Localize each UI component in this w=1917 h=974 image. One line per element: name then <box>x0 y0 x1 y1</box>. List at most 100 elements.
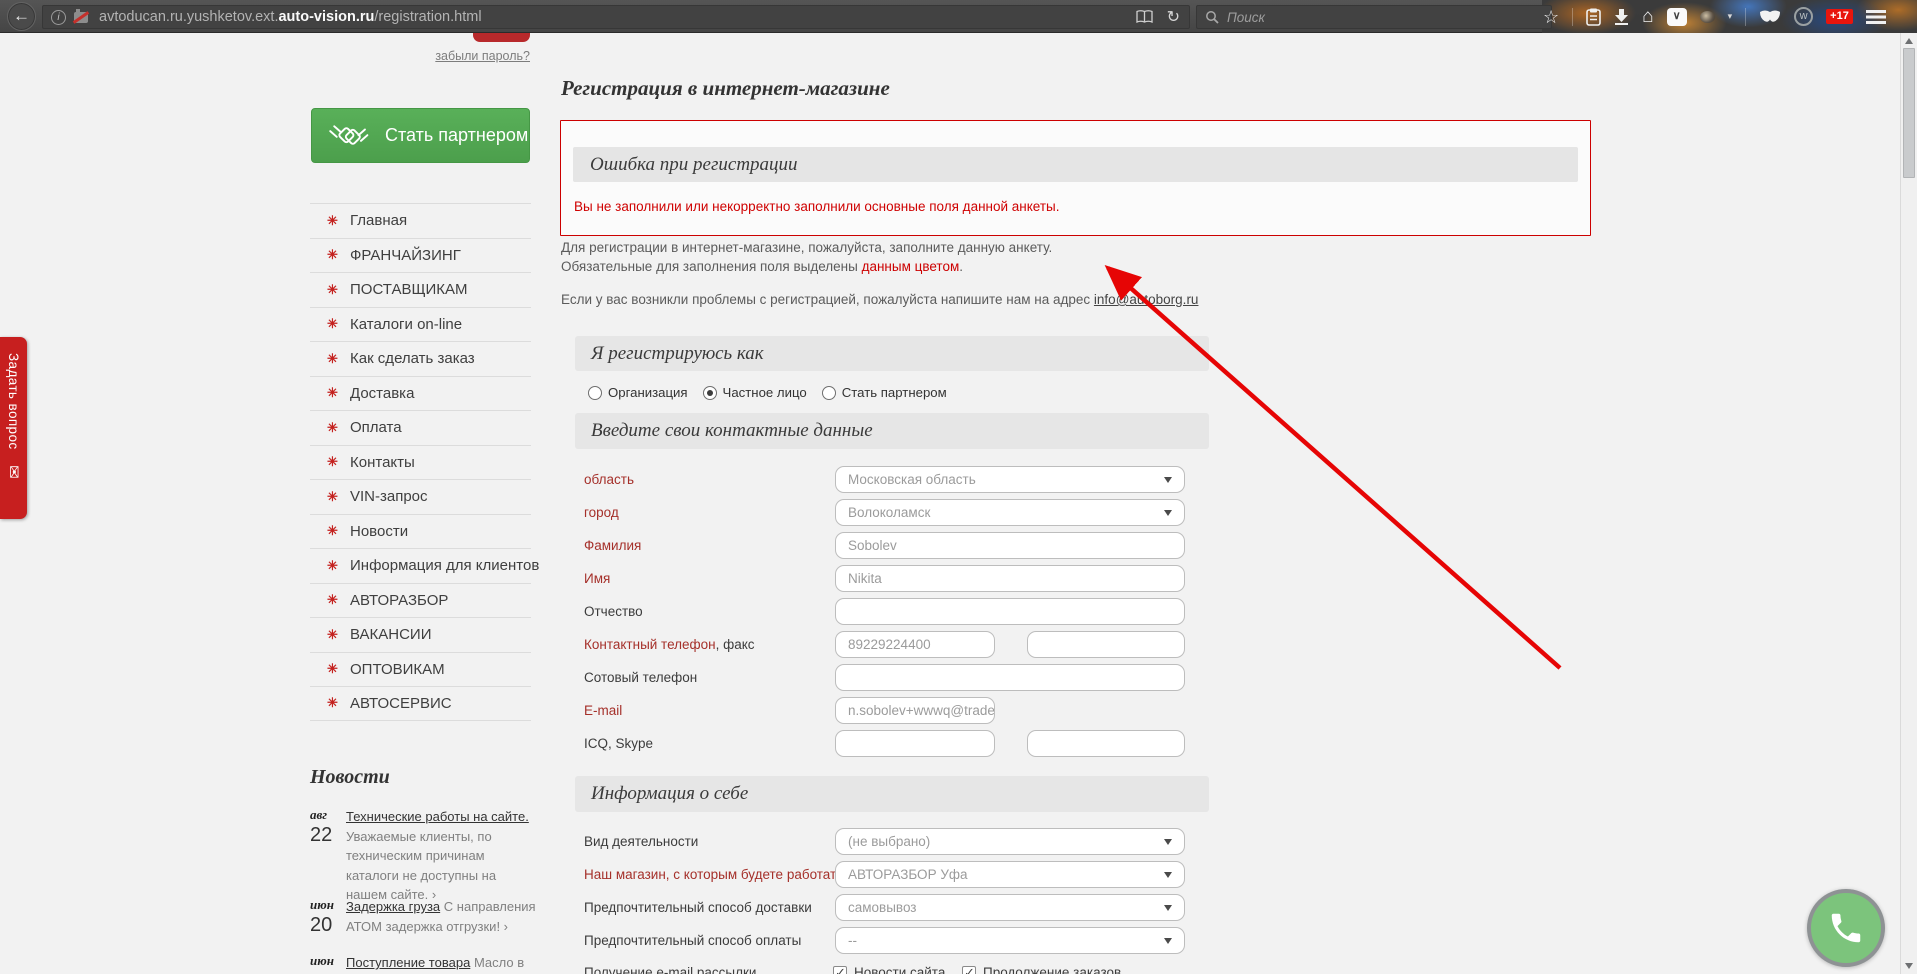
sidebar-item-vin-zapros[interactable]: ✳ VIN-запрос <box>310 479 531 514</box>
oblast-select[interactable]: Московская область <box>835 466 1185 493</box>
site-info-icon[interactable]: i <box>51 9 66 25</box>
otchestvo-input[interactable] <box>835 598 1185 625</box>
plugin-blocked-icon[interactable] <box>74 8 88 23</box>
search-bar[interactable]: Поиск <box>1196 5 1552 29</box>
radio-icon[interactable] <box>588 385 602 400</box>
menu-hamburger-icon[interactable] <box>1865 9 1886 24</box>
sidebar-item-avtorazbor[interactable]: ✳ АВТОРАЗБОР <box>310 582 531 618</box>
form-row-imya: Имя Nikita <box>575 565 1591 592</box>
sidebar-item-oplata[interactable]: ✳ Оплата <box>310 410 531 445</box>
url-domain: auto-vision.ru <box>278 9 375 25</box>
checkbox-novosti-sayta[interactable]: Новости сайта <box>833 965 945 974</box>
section-register-as: Я регистрируюсь как <box>575 336 1209 371</box>
radio-organizaciya[interactable]: Организация <box>588 385 688 400</box>
checkbox-icon[interactable] <box>833 965 847 974</box>
sidebar-item-vakansii[interactable]: ✳ ВАКАНСИИ <box>310 617 531 652</box>
field-label: Имя <box>584 571 611 586</box>
sidebar-item-novosti[interactable]: ✳ Новости <box>310 513 531 549</box>
radio-icon[interactable] <box>702 385 717 400</box>
radio-icon[interactable] <box>821 385 836 400</box>
envelope-icon: ✉ <box>4 464 22 479</box>
field-label: Контактный телефон <box>584 637 716 652</box>
sidebar-item-avtoservis[interactable]: ✳ АВТОСЕРВИС <box>310 686 531 721</box>
sidebar-item-dostavka[interactable]: ✳ Доставка <box>310 375 531 411</box>
gear-icon: ✳ <box>327 212 338 228</box>
news-month: июн <box>310 897 334 912</box>
sidebar-item-informatsiya[interactable]: ✳ Информация для клиентов <box>310 548 539 583</box>
w-addon-icon[interactable]: w <box>1794 7 1814 26</box>
support-email-link[interactable]: info@autoborg.ru <box>1094 292 1199 307</box>
url-bar[interactable]: i avtoducan.ru.yushketov.ext.auto-vision… <box>42 5 1190 29</box>
gorod-select[interactable]: Волоколамск <box>835 499 1185 526</box>
error-message: Вы не заполнили или некорректно заполнил… <box>574 199 1060 214</box>
bookmark-star-icon[interactable]: ☆ <box>1543 8 1559 26</box>
toolbar-icons: ☆ ⌂ ∨ ▾ w +17 <box>1543 0 1917 33</box>
back-button[interactable]: ← <box>7 2 36 31</box>
sotovy-input[interactable] <box>835 664 1185 691</box>
scroll-down-arrow[interactable] <box>1905 963 1913 969</box>
scrollbar-thumb[interactable] <box>1903 48 1915 178</box>
form-row-otchestvo: Отчество <box>575 598 1591 625</box>
telefon-input[interactable]: 89229224400 <box>835 631 995 658</box>
url-path: /registration.html <box>374 9 482 25</box>
radio-label: Организация <box>608 385 688 400</box>
addon-badge-count[interactable]: +17 <box>1826 9 1853 24</box>
gear-icon: ✳ <box>327 626 338 642</box>
sidebar-item-kak-sdelat-zakaz[interactable]: ✳ Как сделать заказ <box>310 341 531 376</box>
field-label: Наш магазин, с которым будете работать <box>584 867 844 882</box>
mask-addon-icon[interactable] <box>1759 10 1781 23</box>
url-prefix: avtoducan.ru.yushketov.ext. <box>99 9 279 25</box>
radio-chastnoe-lico[interactable]: Частное лицо <box>702 385 807 400</box>
form-row-kontaktny-telefon: Контактный телефон, факс 89229224400 <box>575 631 1591 658</box>
gear-icon: ✳ <box>327 488 338 504</box>
news-link[interactable]: Поступление товара <box>346 955 470 970</box>
addon-fly-icon[interactable] <box>1699 10 1715 23</box>
sidebar-item-glavnaya[interactable]: ✳ Главная <box>310 203 531 238</box>
vid-deyatelnosti-select[interactable]: (не выбрано) <box>835 828 1185 855</box>
forgot-password-link[interactable]: забыли пароль? <box>420 49 530 63</box>
url-text[interactable]: avtoducan.ru.yushketov.ext.auto-vision.r… <box>99 9 482 25</box>
login-button-clipped[interactable] <box>473 33 530 42</box>
email-input[interactable]: n.sobolev+wwwq@tradesoft.r <box>835 697 995 724</box>
form-row-sotovy-telefon: Сотовый телефон <box>575 664 1591 691</box>
gear-icon: ✳ <box>327 350 338 366</box>
reader-mode-icon[interactable] <box>1135 10 1153 24</box>
sidebar-item-postavshchikam[interactable]: ✳ ПОСТАВЩИКАМ <box>310 272 531 307</box>
become-partner-button[interactable]: Стать партнером <box>311 108 530 163</box>
sidebar-item-franchayzing[interactable]: ✳ ФРАНЧАЙЗИНГ <box>310 237 531 273</box>
magazin-select[interactable]: АВТОРАЗБОР Уфа <box>835 861 1185 888</box>
sidebar-item-kontakty[interactable]: ✳ Контакты <box>310 444 531 480</box>
familiya-input[interactable]: Sobolev <box>835 532 1185 559</box>
intro-line-3-text: Если у вас возникли проблемы с регистрац… <box>561 292 1094 307</box>
section-contact-data: Введите свои контактные данные <box>575 413 1209 449</box>
form-row-gorod: город Волоколамск <box>575 499 1591 526</box>
faks-input[interactable] <box>1027 631 1185 658</box>
scroll-up-arrow[interactable] <box>1905 38 1913 44</box>
ask-question-tab[interactable]: Задать вопрос ✉ <box>0 337 27 519</box>
callback-phone-button[interactable] <box>1807 889 1885 967</box>
downloads-icon[interactable] <box>1614 8 1629 25</box>
sidebar-item-optovikam[interactable]: ✳ ОПТОВИКАМ <box>310 651 531 687</box>
icq-input[interactable] <box>835 730 995 757</box>
sidebar-item-label: Как сделать заказ <box>350 350 475 368</box>
bookmarks-menu-icon[interactable] <box>1586 8 1601 26</box>
news-link[interactable]: Задержка груза <box>346 899 440 914</box>
checkbox-prodolzhenie-zakazov[interactable]: Продолжение заказов <box>962 965 1121 974</box>
sidebar-item-label: ПОСТАВЩИКАМ <box>350 281 468 299</box>
skype-input[interactable] <box>1027 730 1185 757</box>
sidebar-item-katalogi[interactable]: ✳ Каталоги on-line <box>310 306 531 342</box>
required-color-highlight: данным цветом <box>861 259 960 274</box>
checkbox-icon[interactable] <box>962 965 976 974</box>
page-scrollbar[interactable] <box>1900 33 1917 974</box>
pocket-icon[interactable]: ∨ <box>1666 7 1687 26</box>
addon-dropdown-caret-icon[interactable]: ▾ <box>1728 11 1733 22</box>
imya-input[interactable]: Nikita <box>835 565 1185 592</box>
oplata-select[interactable]: -- <box>835 927 1185 954</box>
home-icon[interactable]: ⌂ <box>1642 7 1653 26</box>
search-icon <box>1206 11 1219 24</box>
dostavka-select[interactable]: самовывоз <box>835 894 1185 921</box>
news-link[interactable]: Технические работы на сайте. <box>346 809 529 824</box>
reload-icon[interactable]: ↻ <box>1167 7 1180 27</box>
radio-stat-partnerom[interactable]: Стать партнером <box>821 385 947 400</box>
form-row-email: E-mail n.sobolev+wwwq@tradesoft.r <box>575 697 1591 724</box>
